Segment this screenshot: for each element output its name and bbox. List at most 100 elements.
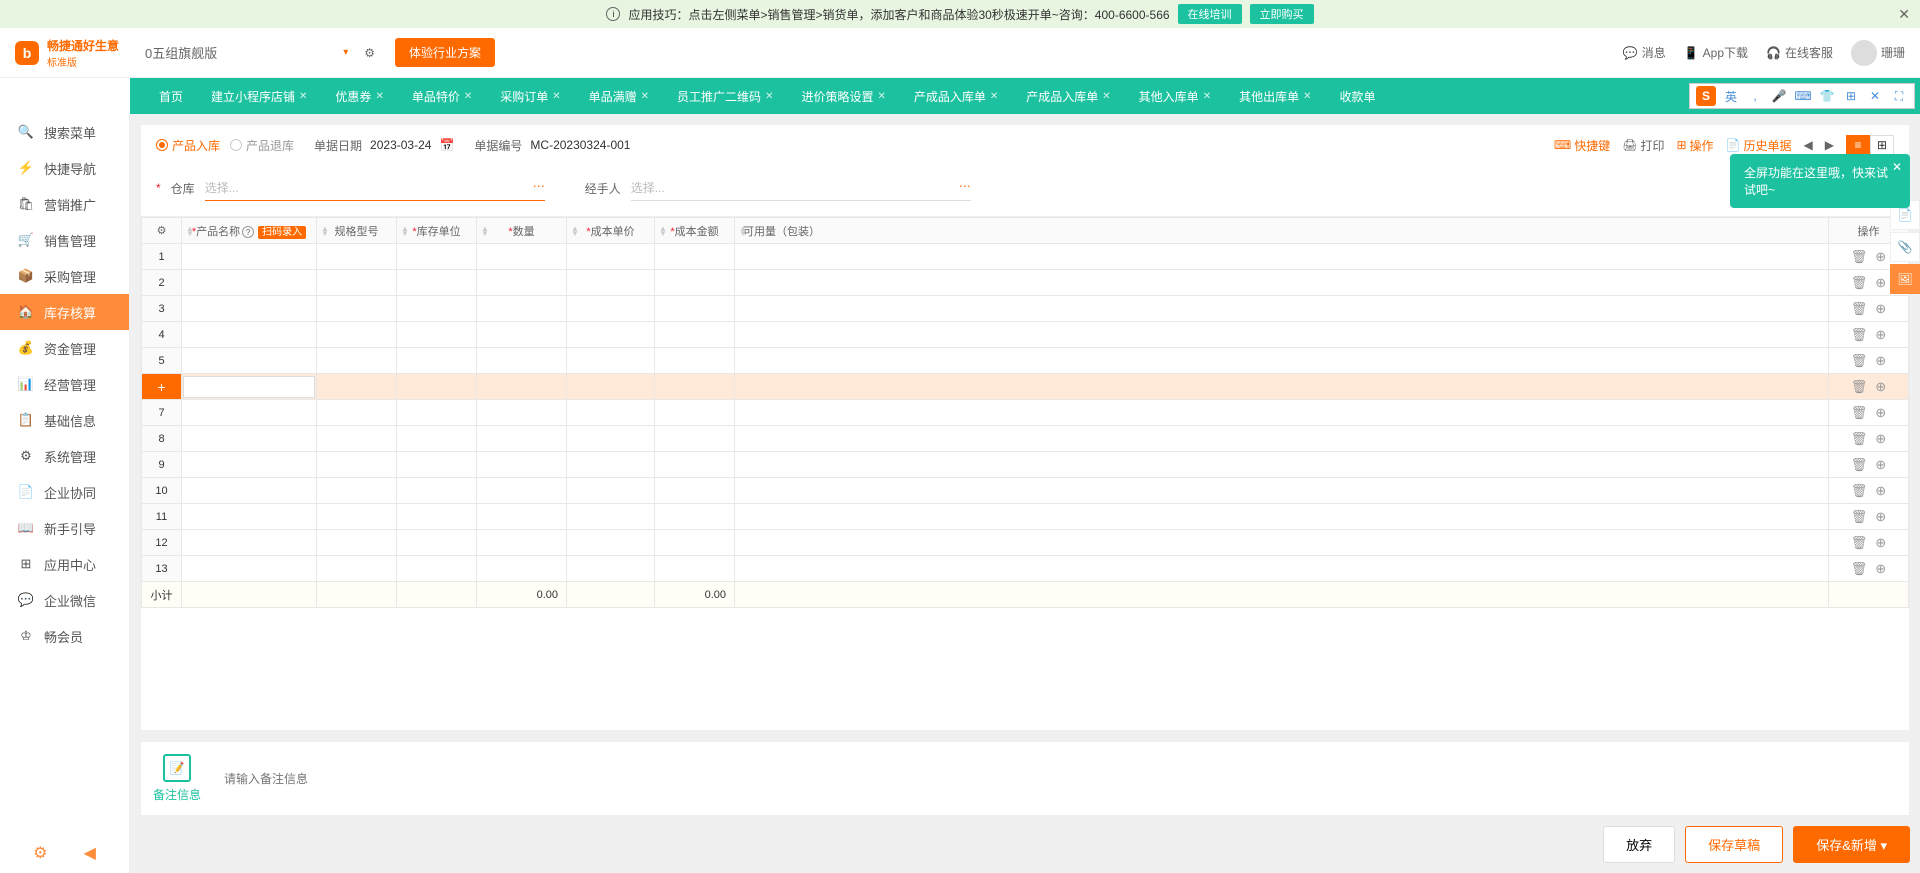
delete-icon[interactable]: 🗑 bbox=[1851, 379, 1868, 394]
date-value[interactable]: 2023-03-24 bbox=[370, 138, 431, 152]
product-name-input[interactable] bbox=[183, 376, 315, 398]
sidebar-item-1[interactable]: ⚡快捷导航 bbox=[0, 150, 129, 186]
ime-expand-icon[interactable]: ⛶ bbox=[1890, 87, 1908, 105]
col-amount[interactable]: ▲▼*成本金额 bbox=[655, 218, 735, 244]
col-unit[interactable]: ▲▼*库存单位 bbox=[397, 218, 477, 244]
discard-button[interactable]: 放弃 bbox=[1603, 826, 1675, 863]
copy-icon[interactable]: ⊕ bbox=[1875, 301, 1886, 316]
copy-icon[interactable]: ⊕ bbox=[1875, 379, 1886, 394]
table-row[interactable]: 5 🗑⊕ bbox=[142, 348, 1909, 374]
table-row[interactable]: 4 🗑⊕ bbox=[142, 322, 1909, 348]
sidebar-item-2[interactable]: 🛍营销推广 bbox=[0, 186, 129, 222]
ime-skin-icon[interactable]: 👕 bbox=[1818, 87, 1836, 105]
copy-icon[interactable]: ⊕ bbox=[1875, 327, 1886, 342]
delete-icon[interactable]: 🗑 bbox=[1851, 535, 1868, 550]
user-menu[interactable]: 珊珊 bbox=[1851, 40, 1905, 66]
delete-icon[interactable]: 🗑 bbox=[1851, 483, 1868, 498]
close-icon[interactable]: ✕ bbox=[765, 91, 773, 102]
copy-icon[interactable]: ⊕ bbox=[1875, 561, 1886, 576]
shortcut-link[interactable]: ⌨快捷键 bbox=[1554, 137, 1610, 154]
sidebar-item-13[interactable]: 💬企业微信 bbox=[0, 582, 129, 618]
col-product-name[interactable]: ▲▼*产品名称?扫码录入 bbox=[182, 218, 317, 244]
history-link[interactable]: 📄历史单据 bbox=[1726, 137, 1792, 154]
table-row[interactable]: 3 🗑⊕ bbox=[142, 296, 1909, 322]
col-price[interactable]: ▲▼*成本单价 bbox=[567, 218, 655, 244]
tab-receipt[interactable]: 收款单 bbox=[1325, 78, 1389, 114]
delete-icon[interactable]: 🗑 bbox=[1851, 327, 1868, 342]
rail-attach-icon[interactable]: 📎 bbox=[1890, 232, 1920, 262]
tab-stock-in-2[interactable]: 产成品入库单✕ bbox=[1012, 78, 1124, 114]
table-row[interactable]: 12 🗑⊕ bbox=[142, 530, 1909, 556]
remarks-input[interactable] bbox=[216, 764, 1897, 794]
delete-icon[interactable]: 🗑 bbox=[1851, 353, 1868, 368]
delete-icon[interactable]: 🗑 bbox=[1851, 431, 1868, 446]
rail-image-icon[interactable]: 🖼 bbox=[1890, 264, 1920, 294]
sidebar-item-7[interactable]: 📊经营管理 bbox=[0, 366, 129, 402]
radio-stock-out[interactable]: 产品退库 bbox=[230, 137, 294, 154]
close-icon[interactable]: ✕ bbox=[1898, 6, 1910, 23]
copy-icon[interactable]: ⊕ bbox=[1875, 353, 1886, 368]
copy-icon[interactable]: ⊕ bbox=[1875, 457, 1886, 472]
table-row[interactable]: 2 🗑⊕ bbox=[142, 270, 1909, 296]
tab-special[interactable]: 单品特价✕ bbox=[398, 78, 486, 114]
sidebar-item-3[interactable]: 🛒销售管理 bbox=[0, 222, 129, 258]
close-icon[interactable]: ✕ bbox=[1303, 91, 1311, 102]
print-link[interactable]: 🖨打印 bbox=[1622, 137, 1664, 154]
delete-icon[interactable]: 🗑 bbox=[1851, 275, 1868, 290]
tab-price-strategy[interactable]: 进价策略设置✕ bbox=[787, 78, 899, 114]
table-row[interactable]: 8 🗑⊕ bbox=[142, 426, 1909, 452]
delete-icon[interactable]: 🗑 bbox=[1851, 405, 1868, 420]
tab-other-in[interactable]: 其他入库单✕ bbox=[1125, 78, 1225, 114]
gear-icon[interactable]: ⚙ bbox=[364, 46, 375, 60]
sidebar-item-5[interactable]: 🏠库存核算 bbox=[0, 294, 129, 330]
warehouse-select[interactable]: 选择... ⋯ bbox=[205, 175, 545, 201]
ime-lang[interactable]: 英 bbox=[1722, 87, 1740, 105]
ime-punct-icon[interactable]: , bbox=[1746, 87, 1764, 105]
table-row[interactable]: 7 🗑⊕ bbox=[142, 400, 1909, 426]
copy-icon[interactable]: ⊕ bbox=[1875, 483, 1886, 498]
delete-icon[interactable]: 🗑 bbox=[1851, 301, 1868, 316]
scan-button[interactable]: 扫码录入 bbox=[258, 226, 306, 239]
sidebar-item-0[interactable]: 🔍搜索菜单 bbox=[0, 114, 129, 150]
messages-link[interactable]: 💬消息 bbox=[1623, 44, 1666, 61]
copy-icon[interactable]: ⊕ bbox=[1875, 275, 1886, 290]
tab-home[interactable]: 首页 bbox=[145, 78, 197, 114]
online-service-link[interactable]: 🎧在线客服 bbox=[1766, 44, 1833, 61]
app-download-link[interactable]: 📱App下载 bbox=[1684, 44, 1748, 61]
table-row[interactable]: 13 🗑⊕ bbox=[142, 556, 1909, 582]
add-icon[interactable]: + bbox=[153, 378, 171, 396]
buy-now-button[interactable]: 立即购买 bbox=[1250, 4, 1314, 24]
table-row[interactable]: 10 🗑⊕ bbox=[142, 478, 1909, 504]
ime-grid-icon[interactable]: ⊞ bbox=[1842, 87, 1860, 105]
more-icon[interactable]: ⋯ bbox=[959, 179, 971, 196]
copy-icon[interactable]: ⊕ bbox=[1875, 405, 1886, 420]
next-button[interactable]: ▶ bbox=[1825, 138, 1834, 152]
copy-icon[interactable]: ⊕ bbox=[1875, 431, 1886, 446]
close-icon[interactable]: ✕ bbox=[641, 91, 649, 102]
col-gear[interactable]: ⚙ bbox=[142, 218, 182, 244]
tab-stock-in-1[interactable]: 产成品入库单✕ bbox=[900, 78, 1012, 114]
col-qty[interactable]: ▲▼*数量 bbox=[477, 218, 567, 244]
close-icon[interactable]: ✕ bbox=[375, 91, 383, 102]
col-available[interactable]: ▲▼可用量（包装） bbox=[735, 218, 1829, 244]
close-icon[interactable]: ✕ bbox=[877, 91, 885, 102]
ime-close-icon[interactable]: ✕ bbox=[1866, 87, 1884, 105]
sidebar-item-10[interactable]: 📄企业协同 bbox=[0, 474, 129, 510]
table-row[interactable]: 11 🗑⊕ bbox=[142, 504, 1909, 530]
close-icon[interactable]: ✕ bbox=[1102, 91, 1110, 102]
sidebar-item-12[interactable]: ⊞应用中心 bbox=[0, 546, 129, 582]
delete-icon[interactable]: 🗑 bbox=[1851, 561, 1868, 576]
radio-stock-in[interactable]: 产品入库 bbox=[156, 137, 220, 154]
copy-icon[interactable]: ⊕ bbox=[1875, 249, 1886, 264]
copy-icon[interactable]: ⊕ bbox=[1875, 535, 1886, 550]
org-selector[interactable]: 0五组旗舰版 ▾ ⚙ bbox=[145, 43, 375, 62]
delete-icon[interactable]: 🗑 bbox=[1851, 457, 1868, 472]
sidebar-item-6[interactable]: 💰资金管理 bbox=[0, 330, 129, 366]
close-icon[interactable]: ✕ bbox=[552, 91, 560, 102]
sidebar-item-8[interactable]: 📋基础信息 bbox=[0, 402, 129, 438]
prev-button[interactable]: ◀ bbox=[1804, 138, 1813, 152]
collapse-icon[interactable]: ◀ bbox=[84, 843, 96, 863]
training-button[interactable]: 在线培训 bbox=[1178, 4, 1242, 24]
ime-mic-icon[interactable]: 🎤 bbox=[1770, 87, 1788, 105]
close-icon[interactable]: ✕ bbox=[464, 91, 472, 102]
